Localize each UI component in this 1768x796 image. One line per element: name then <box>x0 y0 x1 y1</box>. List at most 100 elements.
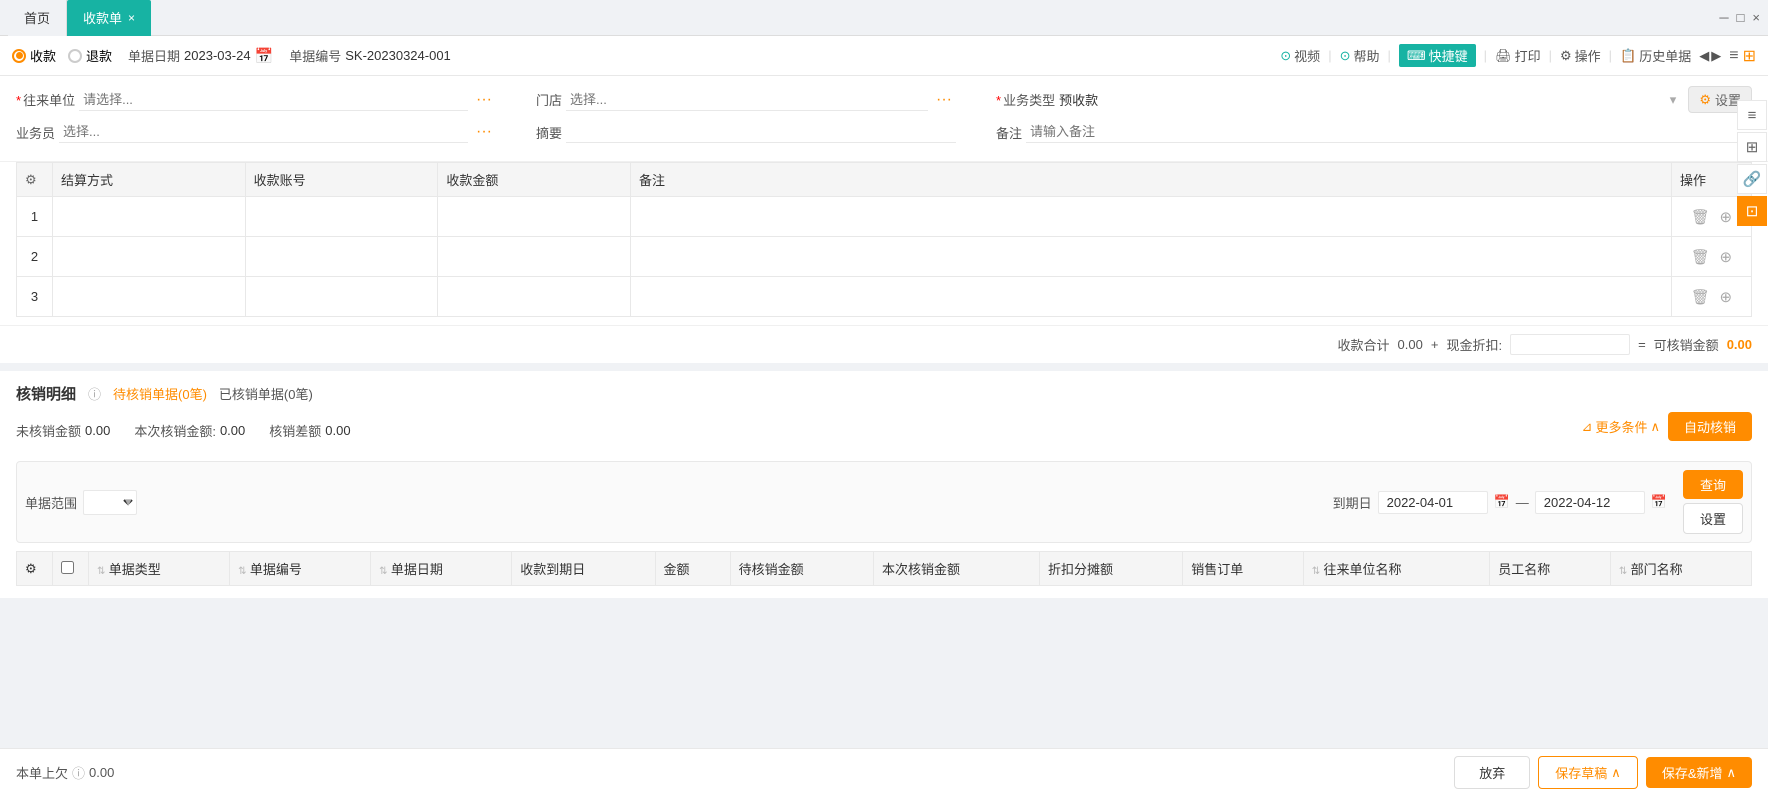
store-more-btn[interactable]: ··· <box>932 91 956 109</box>
calendar-from-icon[interactable]: 📅 <box>1494 494 1510 510</box>
done-tab[interactable]: 已核销单据(0笔) <box>219 384 313 403</box>
col-dept: ⇅ 部门名称 <box>1610 552 1751 586</box>
tab-receipt-label: 收款单 <box>83 8 122 27</box>
list-view-icon[interactable]: ≡ <box>1729 47 1738 65</box>
calendar-to-icon[interactable]: 📅 <box>1651 494 1667 510</box>
row-settlement-2[interactable] <box>53 237 246 277</box>
row-amount-3[interactable] <box>438 277 631 317</box>
row-remark-2[interactable] <box>631 237 1672 277</box>
table-settings-header[interactable]: ⚙ <box>17 163 53 197</box>
query-btn[interactable]: 查询 <box>1683 470 1743 499</box>
row-num-3: 3 <box>17 277 53 317</box>
verify-info-icon[interactable]: ⓘ <box>88 384 101 403</box>
col-check-settings[interactable]: ⚙ <box>17 552 53 586</box>
store-label: 门店 <box>536 90 562 109</box>
remark-input[interactable] <box>1026 121 1752 143</box>
current-verify-stat: 本次核销金额: 0.00 <box>134 421 245 440</box>
biz-type-select[interactable]: 预收款 ▾ <box>1059 90 1676 109</box>
doc-range-select[interactable] <box>83 490 137 515</box>
discount-input[interactable] <box>1510 334 1630 355</box>
row-settlement-1[interactable] <box>53 197 246 237</box>
row-settlement-3[interactable] <box>53 277 246 317</box>
video-btn[interactable]: ⊙ 视频 <box>1280 46 1320 65</box>
row-account-2[interactable] <box>245 237 438 277</box>
close-btn[interactable]: × <box>1752 10 1760 25</box>
table-row: 2 🗑 ⊕ <box>17 237 1752 277</box>
receipt-table-section: ⚙ 结算方式 收款账号 收款金额 备注 操作 <box>0 162 1768 325</box>
row-remark-3[interactable] <box>631 277 1672 317</box>
history-btn[interactable]: 📋 历史单据 <box>1620 46 1691 65</box>
pending-tab[interactable]: 待核销单据(0笔) <box>113 384 207 403</box>
verify-title: 核销明细 <box>16 383 76 404</box>
radio-refund[interactable]: 退款 <box>68 46 112 65</box>
restore-btn[interactable]: □ <box>1737 10 1745 25</box>
staff-input[interactable] <box>59 121 468 143</box>
doc-range-label: 单据范围 <box>25 493 77 512</box>
row-amount-1[interactable] <box>438 197 631 237</box>
tab-home[interactable]: 首页 <box>8 0 67 36</box>
col-current: 本次核销金额 <box>873 552 1039 586</box>
auto-verify-btn[interactable]: 自动核销 <box>1668 412 1752 441</box>
summary-input[interactable] <box>566 121 956 143</box>
row-num-2: 2 <box>17 237 53 277</box>
total-label: 收款合计 <box>1338 335 1390 354</box>
help-btn[interactable]: ⊙ 帮助 <box>1340 46 1380 65</box>
grid-view-icon[interactable]: ⊞ <box>1743 46 1756 66</box>
row-account-1[interactable] <box>245 197 438 237</box>
delete-row-3-btn[interactable]: 🗑 <box>1691 289 1710 306</box>
row-remark-1[interactable] <box>631 197 1672 237</box>
row-amount-2[interactable] <box>438 237 631 277</box>
ops-btn[interactable]: ⚙ 操作 <box>1560 46 1601 65</box>
footer-info: 本单上欠 ⓘ 0.00 <box>16 763 114 782</box>
toolbar: 收款 退款 单据日期 2023-03-24 📅 单据编号 SK-20230324… <box>0 36 1768 76</box>
print-btn[interactable]: 🖨 打印 <box>1495 46 1541 65</box>
draft-btn[interactable]: 保存草稿 ∧ <box>1538 756 1638 789</box>
unverified-value: 0.00 <box>85 423 110 438</box>
tab-receipt[interactable]: 收款单 × <box>67 0 151 36</box>
discount-label: 现金折扣: <box>1446 335 1502 354</box>
copy-row-1-btn[interactable]: ⊕ <box>1720 209 1733 226</box>
radio-receipt[interactable]: 收款 <box>12 46 56 65</box>
select-all-checkbox[interactable] <box>61 561 74 574</box>
chevron-up-icon-2: ∧ <box>1726 765 1736 781</box>
sidebar-icon-1[interactable]: ≡ <box>1737 100 1767 130</box>
form-section: 往来单位 ··· 门店 ··· 业务类型 预收款 ▾ ⚙ 设置 业务员 <box>0 76 1768 162</box>
unverified-stat: 未核销金额 0.00 <box>16 421 110 440</box>
copy-row-3-btn[interactable]: ⊕ <box>1720 289 1733 306</box>
more-conditions-btn[interactable]: ⊿ 更多条件 ∧ <box>1582 417 1660 436</box>
row-account-3[interactable] <box>245 277 438 317</box>
copy-row-2-btn[interactable]: ⊕ <box>1720 249 1733 266</box>
counterpart-more-btn[interactable]: ··· <box>472 91 496 109</box>
date-label: 到期日 <box>1333 493 1372 512</box>
biz-type-value: 预收款 <box>1059 90 1098 109</box>
store-input[interactable] <box>566 89 928 111</box>
date-to-input[interactable] <box>1535 491 1645 514</box>
radio-receipt-label: 收款 <box>30 46 56 65</box>
footer-info-icon[interactable]: ⓘ <box>72 763 85 782</box>
next-arrow[interactable]: ▶ <box>1711 48 1721 64</box>
staff-more-btn[interactable]: ··· <box>472 123 496 141</box>
sidebar-icon-4[interactable]: ⊡ <box>1737 196 1767 226</box>
tab-close-icon[interactable]: × <box>128 11 135 25</box>
filter-buttons: 查询 设置 <box>1683 470 1743 534</box>
shortcut-btn[interactable]: ⌨ 快捷键 <box>1399 44 1476 67</box>
this-slip-value: 0.00 <box>89 765 114 780</box>
date-from-input[interactable] <box>1378 491 1488 514</box>
col-checkbox[interactable] <box>53 552 89 586</box>
footer: 本单上欠 ⓘ 0.00 放弃 保存草稿 ∧ 保存&新增 ∧ <box>0 748 1768 796</box>
counterpart-input[interactable] <box>79 89 468 111</box>
delete-row-1-btn[interactable]: 🗑 <box>1691 209 1710 226</box>
sidebar-icon-3[interactable]: 🔗 <box>1737 164 1767 194</box>
abandon-btn[interactable]: 放弃 <box>1454 756 1530 789</box>
delete-row-2-btn[interactable]: 🗑 <box>1691 249 1710 266</box>
minimize-btn[interactable]: ─ <box>1719 10 1728 25</box>
date-range-filter: 到期日 📅 — 📅 <box>1333 491 1667 514</box>
col-account: 收款账号 <box>245 163 438 197</box>
save-new-btn[interactable]: 保存&新增 ∧ <box>1646 757 1752 788</box>
prev-arrow[interactable]: ◀ <box>1699 48 1709 64</box>
sidebar-icon-2[interactable]: ⊞ <box>1737 132 1767 162</box>
filter-settings-btn[interactable]: 设置 <box>1683 503 1743 534</box>
calendar-icon[interactable]: 📅 <box>255 47 274 65</box>
nav-arrows: ◀ ▶ <box>1699 48 1721 64</box>
row-ops-2: 🗑 ⊕ <box>1672 237 1752 277</box>
